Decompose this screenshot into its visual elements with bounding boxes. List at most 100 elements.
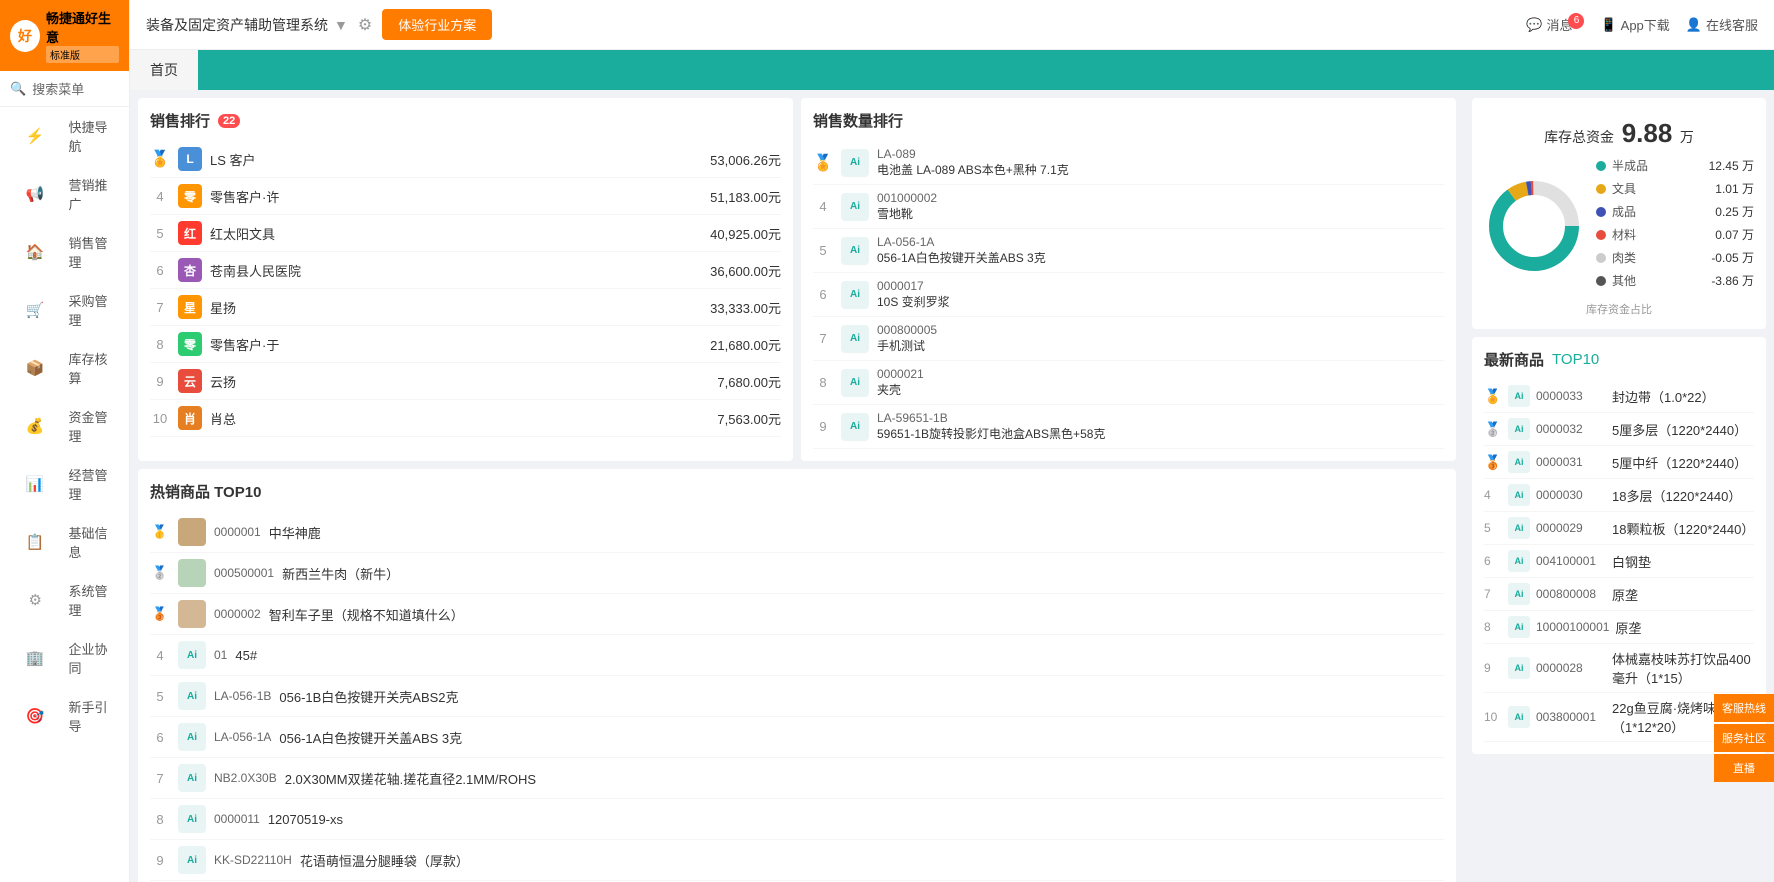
hot-product-placeholder-4: Ai: [178, 641, 206, 669]
hot-product-placeholder-7: Ai: [178, 764, 206, 792]
avatar-8: 肖: [178, 406, 202, 430]
rank-item-1: 🏅 L LS 客户 53,006.26元: [150, 141, 781, 178]
newest-img-8: Ai: [1508, 616, 1530, 638]
client-value-3: 40,925.00元: [710, 224, 781, 243]
rank-item-2: 4 零 零售客户·许 51,183.00元: [150, 178, 781, 215]
settings-icon[interactable]: ⚙: [358, 15, 372, 35]
newest-img-6: Ai: [1508, 550, 1530, 572]
newest-item-2: 🥈 Ai 0000032 5厘多层（1220*2440）: [1484, 413, 1754, 446]
hot-medal-3: 🥉: [150, 604, 170, 624]
rank-item-4: 6 杏 苍南县人民医院 36,600.00元: [150, 252, 781, 289]
newest-item-4: 4 Ai 0000030 18多层（1220*2440）: [1484, 479, 1754, 512]
newest-item-8: 8 Ai 10000100001 原垄: [1484, 611, 1754, 644]
inventory-chart: 半成品 12.45 万 文具 1.01 万 成品 0.25 万: [1484, 157, 1754, 295]
sidebar-item-enterprise[interactable]: 🏢 企业协同: [0, 629, 129, 687]
sales-rank-title: 销售排行 22: [150, 110, 781, 131]
search-menu-item[interactable]: 🔍 搜索菜单: [0, 71, 129, 107]
inventory-total: 库存总资金 9.88 万: [1484, 110, 1754, 157]
sidebar-item-inventory[interactable]: 📦 库存核算: [0, 339, 129, 397]
hot-product-9: 9 Ai KK-SD22110H 花语萌恒温分腿睡袋（厚款）: [150, 840, 1444, 881]
client-value-6: 21,680.00元: [710, 335, 781, 354]
client-name-6: 零售客户·于: [210, 335, 702, 354]
qty-rank-item-3: 5 Ai LA-056-1A 056-1A白色按键开关盖ABS 3克: [813, 229, 1444, 273]
service-group[interactable]: 👤 在线客服: [1686, 15, 1758, 34]
client-name-7: 云扬: [210, 372, 709, 391]
hot-medal-1: 🥇: [150, 522, 170, 542]
sidebar-item-finance[interactable]: 💰 资金管理: [0, 397, 129, 455]
hot-product-3: 🥉 0000002 智利车子里（规格不知道填什么）: [150, 594, 1444, 635]
client-value-8: 7,563.00元: [717, 409, 781, 428]
hot-product-placeholder-8: Ai: [178, 805, 206, 833]
qty-rank-list: 🏅 Ai LA-089 电池盖 LA-089 ABS本色+黑种 7.1克 4 A…: [813, 141, 1444, 449]
legend-dot-meat: [1596, 253, 1606, 263]
purchase-icon: 🛒: [10, 301, 61, 319]
float-btn-live[interactable]: 直播: [1714, 754, 1774, 782]
client-value-4: 36,600.00元: [710, 261, 781, 280]
float-btn-community[interactable]: 服务社区: [1714, 724, 1774, 752]
sidebar-item-operations[interactable]: 📊 经营管理: [0, 455, 129, 513]
newest-item-9: 9 Ai 0000028 体械嘉枝味苏打饮品400毫升（1*15）: [1484, 644, 1754, 693]
newest-img-1: Ai: [1508, 385, 1530, 407]
enterprise-icon: 🏢: [10, 649, 61, 667]
sidebar-item-purchase[interactable]: 🛒 采购管理: [0, 281, 129, 339]
sidebar-item-sales[interactable]: 🏠 销售管理: [0, 223, 129, 281]
rank-item-6: 8 零 零售客户·于 21,680.00元: [150, 326, 781, 363]
qty-product-img-1: Ai: [841, 149, 869, 177]
service-icon: 👤: [1686, 17, 1702, 33]
system-title-group: 装备及固定资产辅助管理系统 ▼: [146, 15, 348, 35]
medal-gold-icon: 🏅: [150, 149, 170, 169]
finance-icon: 💰: [10, 417, 61, 435]
sales-rank-badge: 22: [218, 114, 240, 128]
newest-products-section: 最新商品 TOP10 🏅 Ai 0000033 封边带（1.0*22）: [1472, 337, 1766, 754]
legend-item-stationery: 文具 1.01 万: [1596, 180, 1754, 197]
newest-img-2: Ai: [1508, 418, 1530, 440]
newest-img-9: Ai: [1508, 657, 1530, 679]
sidebar-item-system[interactable]: ⚙ 系统管理: [0, 571, 129, 629]
legend-dot-material: [1596, 230, 1606, 240]
rank-item-3: 5 红 红太阳文具 40,925.00元: [150, 215, 781, 252]
sidebar-item-basics[interactable]: 📋 基础信息: [0, 513, 129, 571]
inventory-section: 库存总资金 9.88 万: [1472, 98, 1766, 329]
newest-img-7: Ai: [1508, 583, 1530, 605]
basics-icon: 📋: [10, 533, 61, 551]
mobile-icon: 📱: [1600, 17, 1616, 33]
legend-item-other: 其他 -3.86 万: [1596, 272, 1754, 289]
sidebar-item-quick-nav[interactable]: ⚡ 快捷导航: [0, 107, 129, 165]
tab-home[interactable]: 首页: [130, 50, 198, 90]
sales-rank-list: 🏅 L LS 客户 53,006.26元 4 零 零售客户·许 51,183.0…: [150, 141, 781, 437]
qty-rank-item-5: 7 Ai 000800005 手机测试: [813, 317, 1444, 361]
hot-product-placeholder-5: Ai: [178, 682, 206, 710]
qty-product-img-4: Ai: [841, 281, 869, 309]
sidebar-item-guide[interactable]: 🎯 新手引导: [0, 687, 129, 745]
hot-product-1: 🥇 0000001 中华神鹿: [150, 512, 1444, 553]
client-value-1: 53,006.26元: [710, 150, 781, 169]
hot-product-img-1: [178, 518, 206, 546]
newest-img-4: Ai: [1508, 484, 1530, 506]
newest-item-6: 6 Ai 004100001 白钢垫: [1484, 545, 1754, 578]
client-name-5: 星扬: [210, 298, 702, 317]
avatar-4: 杏: [178, 258, 202, 282]
marketing-icon: 📢: [10, 185, 61, 203]
inventory-subtitle: 库存资金占比: [1484, 301, 1754, 317]
legend-dot-stationery: [1596, 184, 1606, 194]
hot-product-6: 6 Ai LA-056-1A 056-1A白色按键开关盖ABS 3克: [150, 717, 1444, 758]
trial-button[interactable]: 体验行业方案: [382, 9, 492, 40]
content-left: 销售排行 22 🏅 L LS 客户 53,006.26元 4 零: [130, 90, 1464, 882]
app-download-group[interactable]: 📱 App下载: [1600, 15, 1669, 34]
legend-item-semifinished: 半成品 12.45 万: [1596, 157, 1754, 174]
client-name-2: 零售客户·许: [210, 187, 702, 206]
dropdown-icon[interactable]: ▼: [334, 17, 348, 33]
logo-text: 畅捷通好生意 标准版: [46, 8, 119, 63]
qty-rank-title: 销售数量排行: [813, 110, 1444, 131]
medal-icon-1: 🏅: [813, 153, 833, 173]
sidebar-item-marketing[interactable]: 📢 营销推广: [0, 165, 129, 223]
message-group[interactable]: 💬 消息 6: [1526, 15, 1584, 34]
client-name-3: 红太阳文具: [210, 224, 702, 243]
client-value-2: 51,183.00元: [710, 187, 781, 206]
float-btn-service[interactable]: 客服热线: [1714, 694, 1774, 722]
newest-item-7: 7 Ai 000800008 原垄: [1484, 578, 1754, 611]
hot-product-placeholder-6: Ai: [178, 723, 206, 751]
sidebar: 好 畅捷通好生意 标准版 🔍 搜索菜单 ⚡ 快捷导航 📢 营销推广 🏠 销售管理…: [0, 0, 130, 882]
avatar-3: 红: [178, 221, 202, 245]
rank-item-5: 7 星 星扬 33,333.00元: [150, 289, 781, 326]
